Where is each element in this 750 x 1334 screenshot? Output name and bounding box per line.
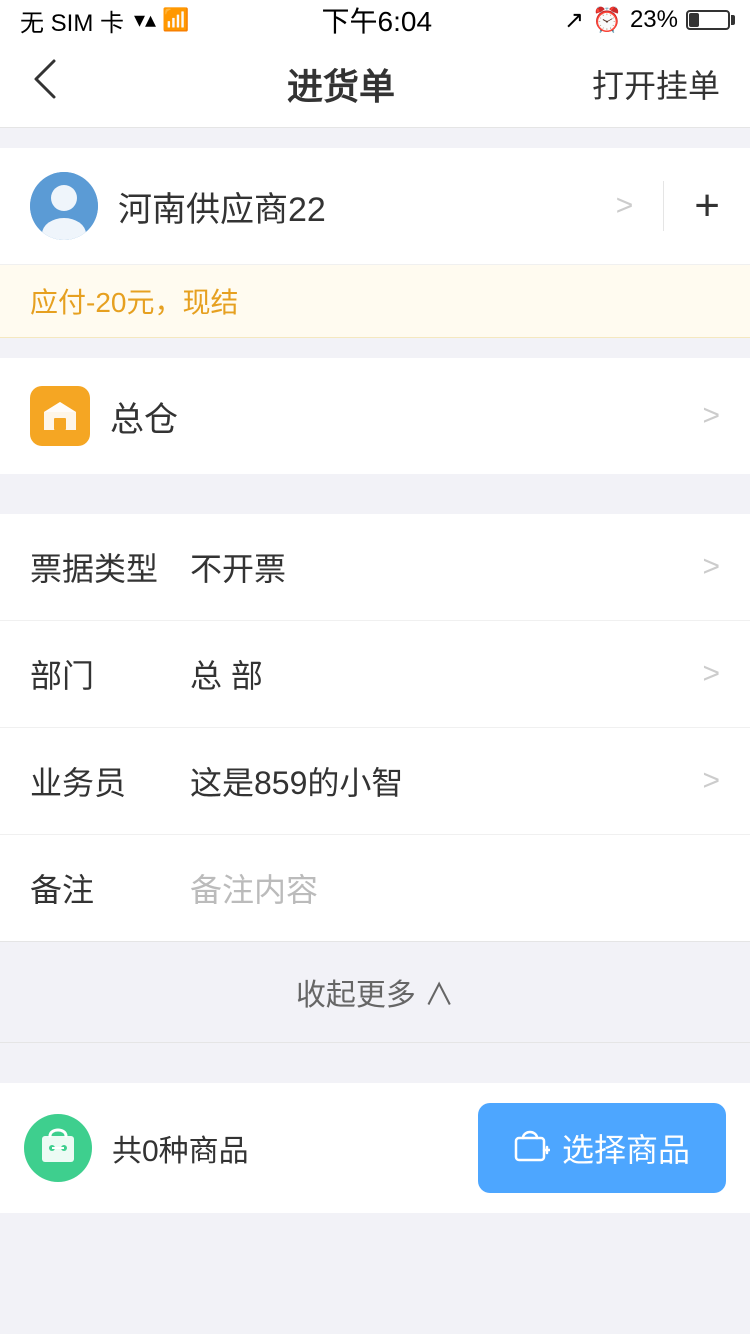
salesperson-label: 业务员 — [30, 758, 190, 804]
remark-label: 备注 — [30, 865, 190, 911]
time-label: 下午6:04 — [322, 0, 433, 40]
section-gap-4 — [0, 1043, 750, 1063]
supplier-right: > + — [616, 181, 720, 231]
select-product-label: 选择商品 — [562, 1125, 690, 1171]
remark-placeholder: 备注内容 — [190, 865, 720, 911]
notice-bar: 应付-20元，现结 — [0, 265, 750, 338]
department-chevron-icon: > — [702, 657, 720, 691]
salesperson-chevron-icon: > — [702, 764, 720, 798]
supplier-card: 河南供应商22 > + 应付-20元，现结 — [0, 148, 750, 338]
product-count: 共0种商品 — [112, 1126, 249, 1170]
status-bar: 无 SIM 卡 ▾▴ 📶 下午6:04 ↗ ⏰ 23% — [0, 0, 750, 40]
section-gap-1 — [0, 128, 750, 148]
supplier-row[interactable]: 河南供应商22 > + — [0, 148, 750, 265]
location-icon: ↗ — [564, 6, 584, 35]
remark-row[interactable]: 备注 备注内容 — [0, 835, 750, 941]
salesperson-value: 这是859的小智 — [190, 758, 692, 804]
salesperson-row[interactable]: 业务员 这是859的小智 > — [0, 728, 750, 835]
page-title: 进货单 — [287, 58, 395, 110]
divider — [663, 181, 664, 231]
nav-bar: 进货单 打开挂单 — [0, 40, 750, 128]
notice-text: 应付-20元，现结 — [30, 287, 238, 318]
select-product-button[interactable]: 选择商品 — [478, 1103, 726, 1193]
warehouse-name: 总仓 — [110, 392, 178, 441]
form-section: 票据类型 不开票 > 部门 总 部 > 业务员 这是859的小智 > 备注 备注… — [0, 514, 750, 941]
battery-percent: 23% — [630, 6, 678, 34]
warehouse-icon — [30, 386, 90, 446]
wifi-icon: ▾▴ 📶 — [134, 7, 190, 33]
battery-icon — [686, 10, 730, 30]
department-label: 部门 — [30, 651, 190, 697]
status-right: ↗ ⏰ 23% — [564, 6, 730, 35]
open-pending-button[interactable]: 打开挂单 — [592, 61, 720, 107]
supplier-chevron-icon: > — [616, 189, 634, 223]
product-left: 共0种商品 — [24, 1114, 249, 1182]
section-gap-2 — [0, 338, 750, 358]
product-icon — [24, 1114, 92, 1182]
section-gap-3 — [0, 474, 750, 494]
collapse-bar[interactable]: 收起更多 ∧ — [0, 941, 750, 1043]
product-bar: 共0种商品 选择商品 — [0, 1083, 750, 1213]
supplier-left: 河南供应商22 — [30, 172, 616, 240]
add-button[interactable]: + — [694, 181, 720, 231]
status-left: 无 SIM 卡 ▾▴ 📶 — [20, 3, 190, 38]
warehouse-chevron-icon: > — [702, 399, 720, 433]
department-value: 总 部 — [190, 651, 692, 697]
warehouse-left: 总仓 — [30, 386, 178, 446]
collapse-label: 收起更多 ∧ — [296, 979, 454, 1012]
warehouse-card: 总仓 > — [0, 358, 750, 474]
invoice-type-row[interactable]: 票据类型 不开票 > — [0, 514, 750, 621]
supplier-avatar — [30, 172, 98, 240]
department-row[interactable]: 部门 总 部 > — [0, 621, 750, 728]
invoice-type-chevron-icon: > — [702, 550, 720, 584]
supplier-name: 河南供应商22 — [118, 182, 326, 231]
invoice-type-value: 不开票 — [190, 544, 692, 590]
alarm-icon: ⏰ — [592, 6, 622, 35]
back-button[interactable] — [30, 57, 90, 110]
carrier-label: 无 SIM 卡 — [20, 3, 124, 38]
invoice-type-label: 票据类型 — [30, 544, 190, 590]
warehouse-row[interactable]: 总仓 > — [0, 358, 750, 474]
